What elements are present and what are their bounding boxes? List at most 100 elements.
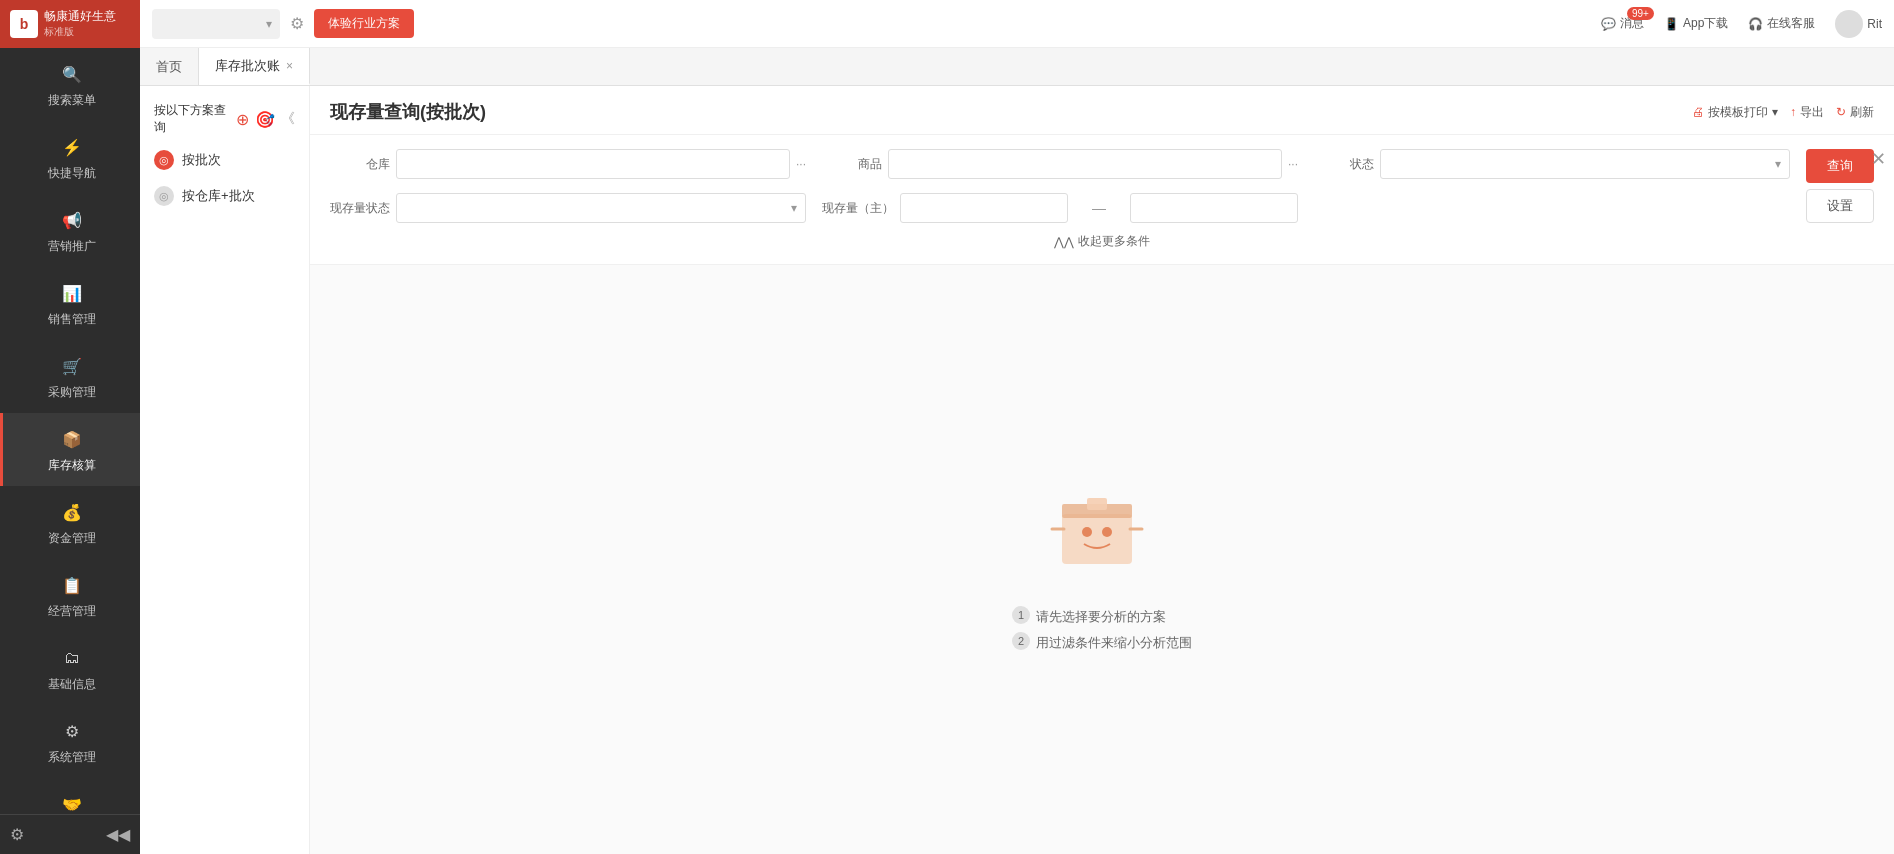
plan-icon-by-batch: ◎ [154, 150, 174, 170]
svg-rect-2 [1087, 498, 1107, 510]
hint-num-2: 2 [1012, 632, 1030, 650]
tab-inventory-batch[interactable]: 库存批次账 × [199, 48, 310, 85]
warehouse-label: 仓库 [330, 156, 390, 173]
product-input[interactable] [888, 149, 1282, 179]
topbar-right: 💬 消息 99+ 📱 App下载 🎧 在线客服 Rit [1601, 10, 1882, 38]
sidebar-item-enterprise[interactable]: 🤝 企业协同 [0, 778, 140, 814]
plans-container: ◎ 按批次 ◎ 按仓库+批次 [140, 142, 309, 214]
stock-qty-filter-group: 现存量（主） — [822, 193, 1298, 223]
hint-item-2: 2 用过滤条件来缩小分析范围 [1012, 630, 1192, 656]
experience-btn[interactable]: 体验行业方案 [314, 9, 414, 38]
export-icon: ↑ [1790, 105, 1796, 119]
warehouse-filter-group: 仓库 ··· [330, 149, 806, 179]
refresh-btn[interactable]: ↻ 刷新 [1836, 104, 1874, 121]
app-download-icon: 📱 [1664, 17, 1679, 31]
collapse-left-panel-icon[interactable]: 《 [281, 110, 295, 128]
topbar-dropdown-icon[interactable]: ▾ [266, 17, 272, 31]
sidebar-icon-search: 🔍 [58, 60, 86, 88]
page-header: 现存量查询(按批次) 🖨 按模板打印 ▾ ↑ 导出 ↻ 刷新 [310, 86, 1894, 135]
filter-section: 仓库 ··· 商品 ··· 状态 [330, 149, 1874, 223]
online-service-item[interactable]: 🎧 在线客服 [1748, 15, 1815, 32]
sidebar-item-quicknav[interactable]: ⚡ 快捷导航 [0, 121, 140, 194]
print-btn[interactable]: 🖨 按模板打印 ▾ [1692, 104, 1778, 121]
sidebar-item-operations[interactable]: 📋 经营管理 [0, 559, 140, 632]
sidebar-item-search[interactable]: 🔍 搜索菜单 [0, 48, 140, 121]
tab-close-inventory-batch[interactable]: × [286, 59, 293, 73]
status-label: 状态 [1314, 156, 1374, 173]
topbar-gear-icon[interactable]: ⚙ [290, 14, 304, 33]
left-panel-header-actions: ⊕ 🎯 《 [236, 110, 295, 129]
product-filter-group: 商品 ··· [822, 149, 1298, 179]
warehouse-more-icon[interactable]: ··· [796, 157, 806, 171]
right-content: ✕ 现存量查询(按批次) 🖨 按模板打印 ▾ ↑ 导出 ↻ [310, 86, 1894, 854]
sidebar-label-sales: 销售管理 [48, 311, 96, 328]
sidebar-item-system[interactable]: ⚙ 系统管理 [0, 705, 140, 778]
sidebar-item-purchase[interactable]: 🛒 采购管理 [0, 340, 140, 413]
sidebar-item-basic[interactable]: 🗂 基础信息 [0, 632, 140, 705]
tab-label-inventory-batch: 库存批次账 [215, 57, 280, 75]
plan-label-by-batch: 按批次 [182, 151, 221, 169]
sidebar-icon-purchase: 🛒 [58, 352, 86, 380]
print-icon: 🖨 [1692, 105, 1704, 119]
sidebar-scroll: 🔍 搜索菜单 ⚡ 快捷导航 📢 营销推广 📊 销售管理 🛒 采购管理 📦 库存核… [0, 48, 140, 814]
sidebar-item-marketing[interactable]: 📢 营销推广 [0, 194, 140, 267]
topbar-search-input[interactable] [160, 13, 260, 35]
hint-text-1: 请先选择要分析的方案 [1036, 604, 1166, 630]
messages-item[interactable]: 💬 消息 99+ [1601, 15, 1644, 32]
plan-item-by-warehouse-batch[interactable]: ◎ 按仓库+批次 [140, 178, 309, 214]
collapse-up-icon: ⋀⋀ [1054, 235, 1074, 249]
stock-qty-min-input[interactable] [900, 193, 1068, 223]
empty-svg [1042, 464, 1162, 584]
plan-item-by-batch[interactable]: ◎ 按批次 [140, 142, 309, 178]
sidebar-label-marketing: 营销推广 [48, 238, 96, 255]
sidebar: b 畅康通好生意 标准版 🔍 搜索菜单 ⚡ 快捷导航 📢 营销推广 📊 销售管理… [0, 0, 140, 854]
hint-text-2: 用过滤条件来缩小分析范围 [1036, 630, 1192, 656]
export-label: 导出 [1800, 104, 1824, 121]
product-label: 商品 [822, 156, 882, 173]
sidebar-label-purchase: 采购管理 [48, 384, 96, 401]
empty-illustration [1042, 464, 1162, 584]
sidebar-item-finance[interactable]: 💰 资金管理 [0, 486, 140, 559]
app-download-item[interactable]: 📱 App下载 [1664, 15, 1728, 32]
user-name: Rit [1867, 17, 1882, 31]
sidebar-label-inventory: 库存核算 [48, 457, 96, 474]
sidebar-item-inventory[interactable]: 📦 库存核算 [0, 413, 140, 486]
topbar: ▾ ⚙ 体验行业方案 💬 消息 99+ 📱 App下载 🎧 在线客服 Rit [140, 0, 1894, 48]
print-dropdown-icon[interactable]: ▾ [1772, 105, 1778, 119]
sidebar-icon-sales: 📊 [58, 279, 86, 307]
settings-icon[interactable]: ⚙ [10, 825, 24, 844]
topbar-search-area: ▾ [152, 9, 280, 39]
user-avatar-item[interactable]: Rit [1835, 10, 1882, 38]
content-area: 按以下方案查询 ⊕ 🎯 《 ◎ 按批次 ◎ 按仓库+批次 ✕ 现存量查询(按批次… [140, 86, 1894, 854]
service-icon: 🎧 [1748, 17, 1763, 31]
svg-point-3 [1082, 527, 1092, 537]
settings-plan-icon[interactable]: 🎯 [255, 110, 275, 129]
left-panel: 按以下方案查询 ⊕ 🎯 《 ◎ 按批次 ◎ 按仓库+批次 [140, 86, 310, 854]
tabs-bar: 首页 库存批次账 × [140, 48, 1894, 86]
status-select[interactable]: ▾ [1380, 149, 1790, 179]
collapse-sidebar-icon[interactable]: ◀◀ [106, 825, 130, 844]
status-select-arrow: ▾ [1775, 157, 1781, 171]
tab-label-home: 首页 [156, 58, 182, 76]
panel-close-icon[interactable]: ✕ [1863, 144, 1894, 174]
svg-point-4 [1102, 527, 1112, 537]
sidebar-icon-marketing: 📢 [58, 206, 86, 234]
stock-qty-max-input[interactable] [1130, 193, 1298, 223]
sidebar-icon-system: ⚙ [58, 717, 86, 745]
sidebar-label-finance: 资金管理 [48, 530, 96, 547]
empty-state: 1 请先选择要分析的方案 2 用过滤条件来缩小分析范围 [310, 265, 1894, 854]
sidebar-item-sales[interactable]: 📊 销售管理 [0, 267, 140, 340]
collapse-more-btn[interactable]: ⋀⋀ 收起更多条件 [330, 233, 1874, 250]
add-plan-icon[interactable]: ⊕ [236, 110, 249, 129]
settings-button[interactable]: 设置 [1806, 189, 1874, 223]
tab-home[interactable]: 首页 [140, 48, 199, 85]
company-name: 畅康通好生意 [44, 9, 116, 25]
stock-status-select[interactable]: ▾ [396, 193, 806, 223]
warehouse-input[interactable] [396, 149, 790, 179]
stock-qty-dash: — [1074, 200, 1124, 216]
stock-status-arrow: ▾ [791, 201, 797, 215]
stock-status-filter-group: 现存量状态 ▾ [330, 193, 806, 223]
export-btn[interactable]: ↑ 导出 [1790, 104, 1824, 121]
product-more-icon[interactable]: ··· [1288, 157, 1298, 171]
sidebar-icon-enterprise: 🤝 [58, 790, 86, 814]
